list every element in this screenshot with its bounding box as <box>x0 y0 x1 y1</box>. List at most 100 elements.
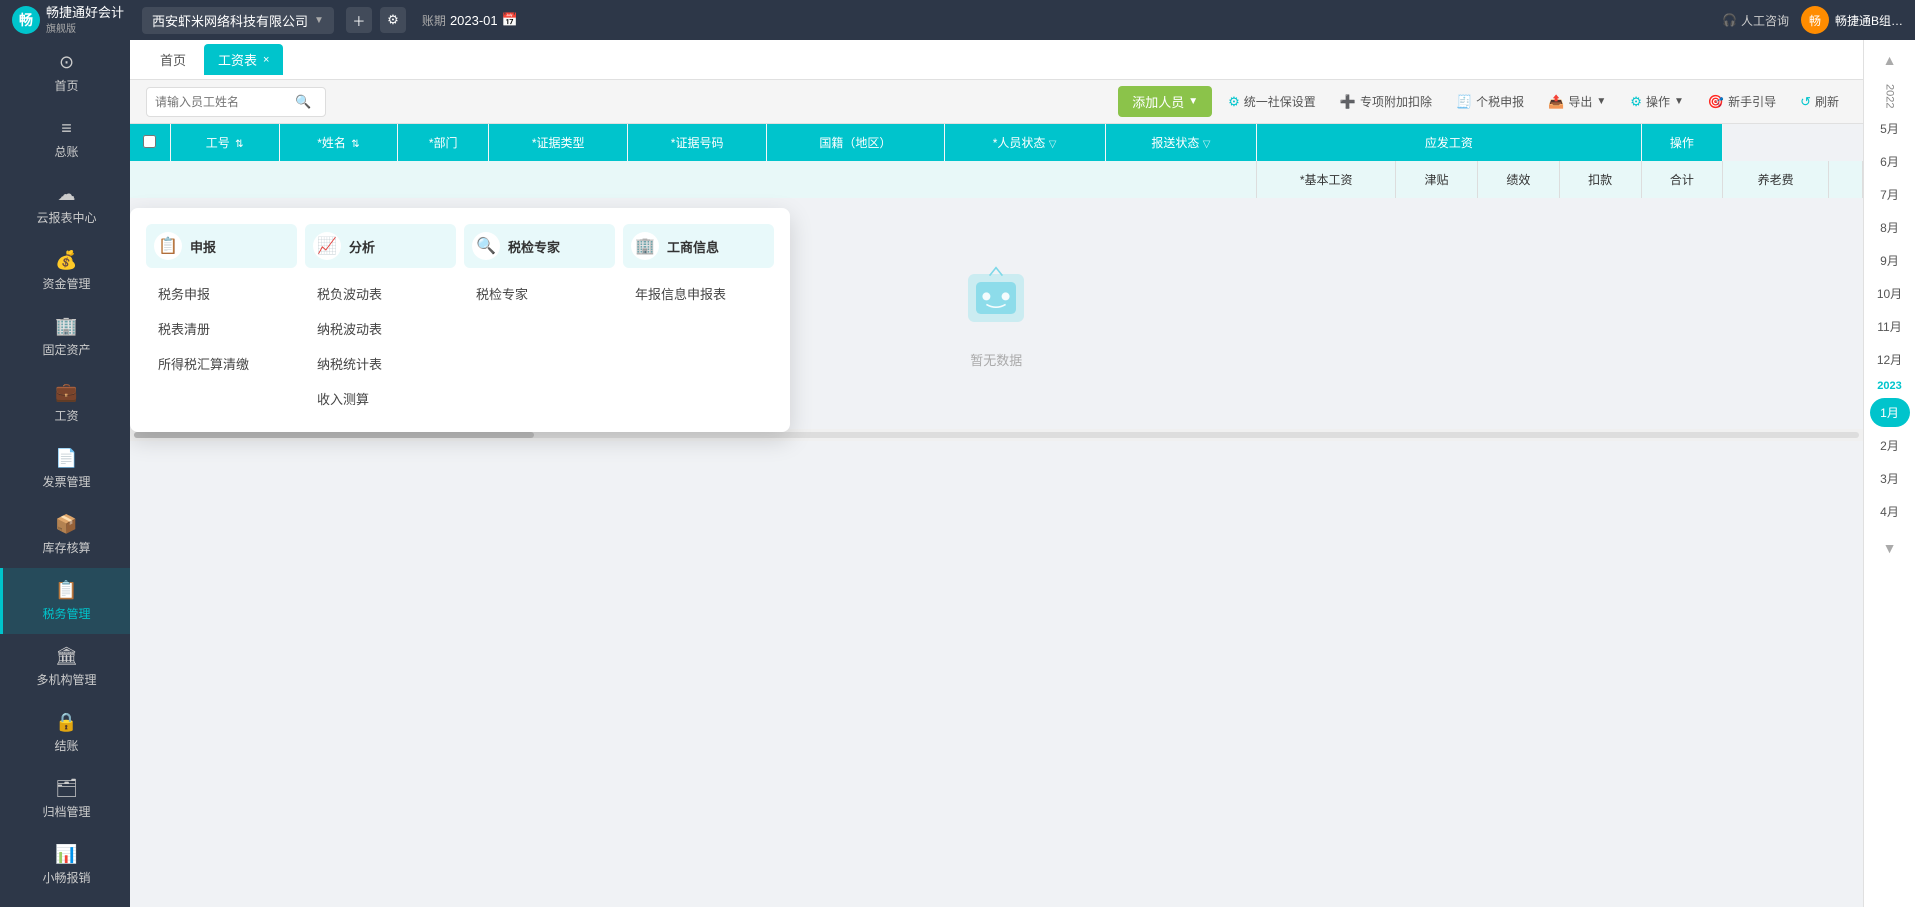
sidebar-item-inventory[interactable]: 📦 库存核算 <box>0 502 130 568</box>
sidebar-item-report[interactable]: 📊 小畅报销 <box>0 832 130 898</box>
tax-declaration-label: 个税申报 <box>1476 93 1524 110</box>
cal-month-7[interactable]: 7月 <box>1870 180 1910 209</box>
add-person-button[interactable]: 添加人员 ▼ <box>1118 86 1212 117</box>
sidebar-label-asset: 固定资产 <box>42 341 90 358</box>
scrollbar-thumb[interactable] <box>134 432 534 438</box>
cal-month-9[interactable]: 9月 <box>1870 246 1910 275</box>
sidebar-item-fund[interactable]: 💰 资金管理 <box>0 238 130 304</box>
sidebar-item-cloud[interactable]: ☁ 云报表中心 <box>0 172 130 238</box>
sidebar-item-tax[interactable]: 📋 税务管理 <box>0 568 130 634</box>
business-title: 工商信息 <box>667 237 719 256</box>
tab-home[interactable]: 首页 <box>146 44 200 75</box>
sidebar-item-multi[interactable]: 🏛 多机构管理 <box>0 634 130 700</box>
analysis-icon: 📈 <box>313 232 341 260</box>
empty-secondary <box>130 161 1257 198</box>
social-security-icon: ⚙ <box>1228 94 1240 110</box>
operation-icon: ⚙ <box>1630 94 1642 110</box>
sidebar-item-settings[interactable]: ⚙ 基础设置 <box>0 898 130 907</box>
select-all-checkbox[interactable] <box>143 135 156 148</box>
cal-month-12[interactable]: 12月 <box>1870 345 1910 374</box>
calendar-icon[interactable]: 📅 <box>502 12 518 28</box>
col-base-salary: *基本工资 <box>1257 161 1396 198</box>
tax-declaration-button[interactable]: 🧾 个税申报 <box>1448 89 1532 114</box>
export-button[interactable]: 📤 导出 ▼ <box>1540 89 1614 114</box>
tax-stats-item[interactable]: 纳税统计表 <box>305 346 456 381</box>
salary-icon: 💼 <box>55 382 77 403</box>
business-header: 🏢 工商信息 <box>623 224 774 268</box>
cal-month-2[interactable]: 2月 <box>1870 431 1910 460</box>
company-name: 西安虾米网络科技有限公司 <box>152 11 308 30</box>
cal-month-11[interactable]: 11月 <box>1870 312 1910 341</box>
tab-close-icon[interactable]: × <box>263 54 269 66</box>
calendar-up-button[interactable]: ▲ <box>1874 44 1906 76</box>
tax-icon: 📋 <box>55 580 77 601</box>
operation-button[interactable]: ⚙ 操作 ▼ <box>1622 89 1692 114</box>
cal-month-8[interactable]: 8月 <box>1870 213 1910 242</box>
asset-icon: 🏢 <box>55 316 77 337</box>
support-button[interactable]: 🎧 人工咨询 <box>1722 12 1789 29</box>
guide-button[interactable]: 🎯 新手引导 <box>1700 89 1784 114</box>
report-icon: 📊 <box>55 844 77 865</box>
sidebar-item-archive[interactable]: 🗂 归档管理 <box>0 766 130 832</box>
sidebar-item-salary[interactable]: 💼 工资 <box>0 370 130 436</box>
business-icon: 🏢 <box>631 232 659 260</box>
sort-icon[interactable]: ⇅ <box>235 139 243 150</box>
cloud-icon: ☁ <box>58 184 76 205</box>
tax-register-item[interactable]: 税表清册 <box>146 311 297 346</box>
user-area[interactable]: 畅 畅捷通B组… <box>1801 6 1903 34</box>
tax-burden-item[interactable]: 税负波动表 <box>305 276 456 311</box>
col-gross-salary: 应发工资 <box>1257 124 1641 161</box>
social-security-settings-button[interactable]: ⚙ 统一社保设置 <box>1220 89 1324 114</box>
col-nationality: 国籍（地区） <box>767 124 945 161</box>
name-label: *姓名 <box>317 136 346 150</box>
sidebar-label-fund: 资金管理 <box>42 275 90 292</box>
sidebar-item-invoice[interactable]: 📄 发票管理 <box>0 436 130 502</box>
cal-month-10[interactable]: 10月 <box>1870 279 1910 308</box>
add-person-label: 添加人员 <box>1132 92 1184 111</box>
dropdown-col-business: 🏢 工商信息 年报信息申报表 <box>623 224 774 416</box>
sidebar-item-close[interactable]: 🔒 结账 <box>0 700 130 766</box>
multi-icon: 🏛 <box>55 646 78 667</box>
cal-month-6[interactable]: 6月 <box>1870 147 1910 176</box>
refresh-button[interactable]: ↺ 刷新 <box>1792 89 1847 114</box>
settings-icon[interactable]: ⚙ <box>380 7 406 33</box>
tab-salary-table[interactable]: 工资表 × <box>204 44 283 75</box>
ledger-icon: ≡ <box>61 118 72 139</box>
person-status-filter-icon[interactable]: ▽ <box>1049 139 1057 150</box>
header-actions: ＋ ⚙ <box>346 7 406 33</box>
sidebar-label-ledger: 总账 <box>54 143 78 160</box>
tax-fluctuation-item[interactable]: 纳税波动表 <box>305 311 456 346</box>
report-status-filter-icon[interactable]: ▽ <box>1203 139 1211 150</box>
tax-check-item[interactable]: 税检专家 <box>464 276 615 311</box>
special-deduction-icon: ➕ <box>1340 94 1356 110</box>
annual-report-item[interactable]: 年报信息申报表 <box>623 276 774 311</box>
scrollbar-track <box>134 432 1859 438</box>
user-avatar: 畅 <box>1801 6 1829 34</box>
logo-sub: 旗舰版 <box>46 20 124 35</box>
sort-icon-name[interactable]: ⇅ <box>351 139 359 150</box>
search-input[interactable] <box>155 95 295 109</box>
cal-month-4[interactable]: 4月 <box>1870 497 1910 526</box>
operation-label: 操作 <box>1646 93 1670 110</box>
col-person-status: *人员状态 ▽ <box>944 124 1105 161</box>
cal-month-1-active[interactable]: 1月 <box>1870 398 1910 427</box>
special-deduction-button[interactable]: ➕ 专项附加扣除 <box>1332 89 1440 114</box>
salary-tab-label: 工资表 <box>218 50 257 69</box>
header-right: 🎧 人工咨询 畅 畅捷通B组… <box>1722 6 1903 34</box>
add-company-button[interactable]: ＋ <box>346 7 372 33</box>
cal-month-3[interactable]: 3月 <box>1870 464 1910 493</box>
sidebar-label-tax: 税务管理 <box>42 605 90 622</box>
period-label: 账期 <box>422 12 446 29</box>
sidebar-item-asset[interactable]: 🏢 固定资产 <box>0 304 130 370</box>
sidebar-item-ledger[interactable]: ≡ 总账 <box>0 106 130 172</box>
company-selector[interactable]: 西安虾米网络科技有限公司 ▼ <box>142 7 334 34</box>
income-tax-item[interactable]: 所得税汇算清缴 <box>146 346 297 381</box>
income-estimate-item[interactable]: 收入测算 <box>305 381 456 416</box>
dropdown-col-analysis: 📈 分析 税负波动表 纳税波动表 纳税统计表 收入测算 <box>305 224 456 416</box>
tax-declaration-item[interactable]: 税务申报 <box>146 276 297 311</box>
cal-month-5[interactable]: 5月 <box>1870 114 1910 143</box>
calendar-down-button[interactable]: ▼ <box>1874 532 1906 564</box>
checkbox-all-th[interactable] <box>130 124 170 161</box>
sidebar-item-home[interactable]: ⊙ 首页 <box>0 40 130 106</box>
support-label: 人工咨询 <box>1741 12 1789 29</box>
